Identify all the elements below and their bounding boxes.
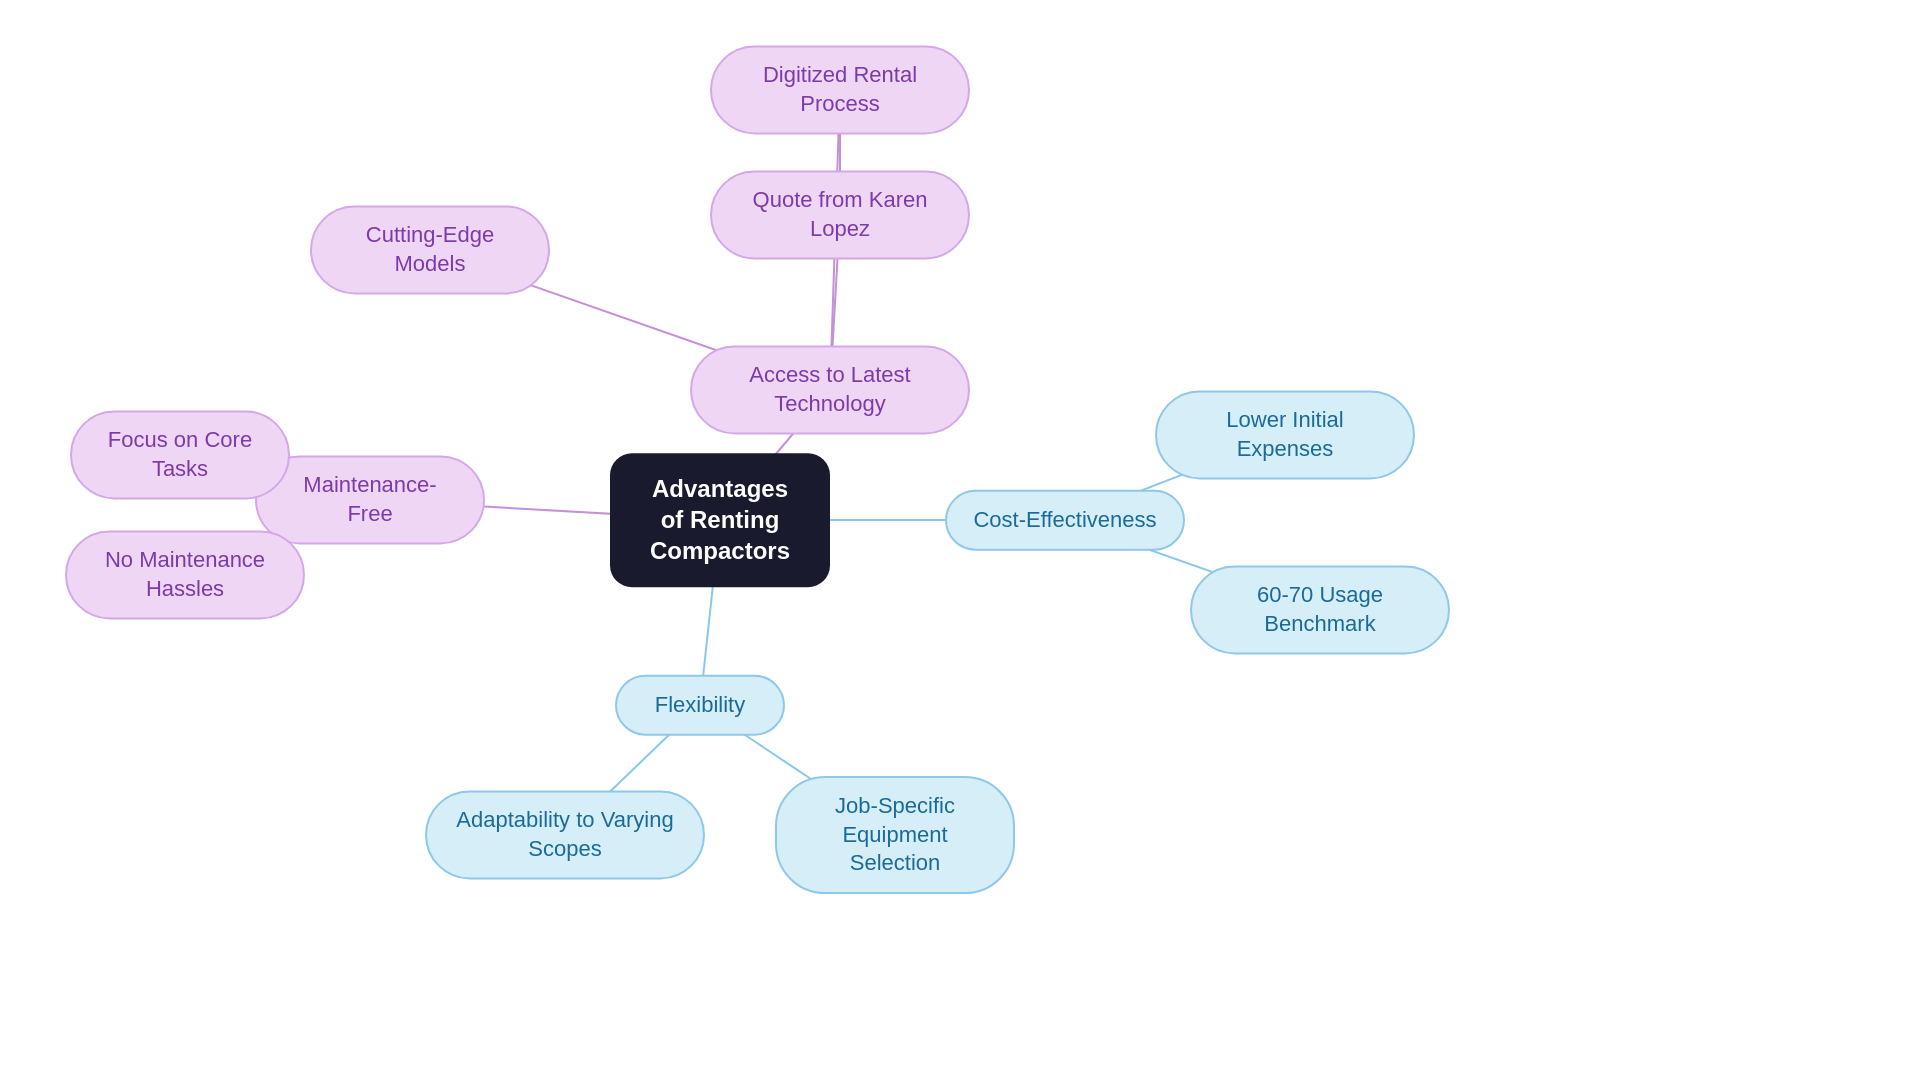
job-specific-label: Job-Specific Equipment Selection	[801, 792, 989, 878]
benchmark-label: 60-70 Usage Benchmark	[1216, 581, 1424, 638]
no-maintenance-label: No Maintenance Hassles	[91, 546, 279, 603]
center-node: Advantages of Renting Compactors	[610, 453, 830, 587]
center-label: Advantages of Renting Compactors	[638, 473, 802, 567]
cutting-node: Cutting-Edge Models	[310, 205, 550, 294]
cost-effectiveness-node: Cost-Effectiveness	[945, 490, 1185, 551]
flexibility-label: Flexibility	[655, 691, 745, 720]
focus-label: Focus on Core Tasks	[96, 426, 264, 483]
flexibility-node: Flexibility	[615, 675, 785, 736]
quote-node: Quote from Karen Lopez	[710, 170, 970, 259]
no-maintenance-node: No Maintenance Hassles	[65, 530, 305, 619]
technology-node: Access to Latest Technology	[690, 345, 970, 434]
technology-label: Access to Latest Technology	[716, 361, 944, 418]
lower-expenses-node: Lower Initial Expenses	[1155, 390, 1415, 479]
adaptability-label: Adaptability to Varying Scopes	[451, 806, 679, 863]
quote-label: Quote from Karen Lopez	[736, 186, 944, 243]
job-specific-node: Job-Specific Equipment Selection	[775, 776, 1015, 894]
benchmark-node: 60-70 Usage Benchmark	[1190, 565, 1450, 654]
digitized-label: Digitized Rental Process	[736, 61, 944, 118]
digitized-node: Digitized Rental Process	[710, 45, 970, 134]
lower-expenses-label: Lower Initial Expenses	[1181, 406, 1389, 463]
maintenance-node: Maintenance-Free	[255, 455, 485, 544]
cutting-label: Cutting-Edge Models	[336, 221, 524, 278]
adaptability-node: Adaptability to Varying Scopes	[425, 790, 705, 879]
focus-node: Focus on Core Tasks	[70, 410, 290, 499]
cost-effectiveness-label: Cost-Effectiveness	[973, 506, 1156, 535]
maintenance-label: Maintenance-Free	[281, 471, 459, 528]
